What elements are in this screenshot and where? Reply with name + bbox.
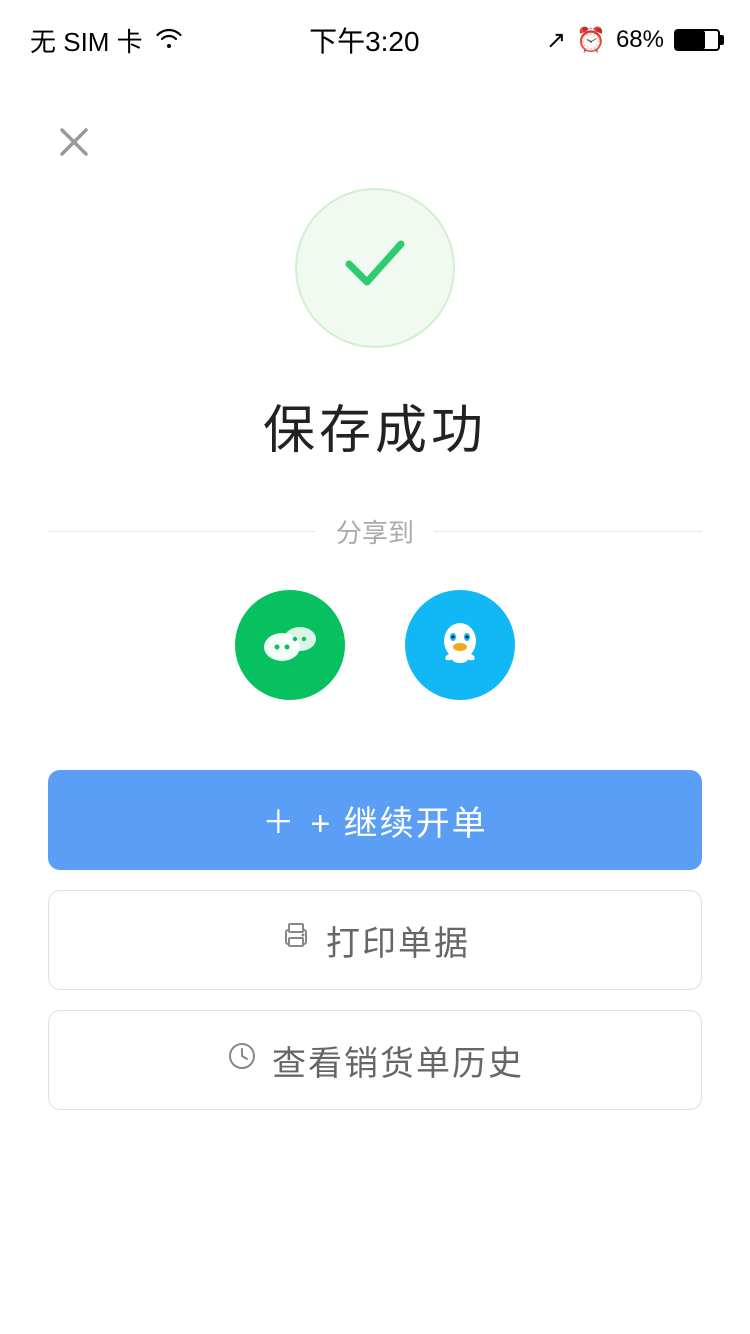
battery-icon xyxy=(674,29,720,51)
share-label: 分享到 xyxy=(336,513,414,550)
divider-left xyxy=(48,531,316,532)
divider-right xyxy=(434,531,702,532)
print-label: 打印单据 xyxy=(326,916,470,965)
status-left: 无 SIM 卡 xyxy=(30,22,183,59)
wechat-share-button[interactable] xyxy=(235,590,345,700)
print-button[interactable]: 打印单据 xyxy=(48,890,702,990)
continue-order-button[interactable]: ＋ + 继续开单 xyxy=(48,770,702,870)
history-button[interactable]: 查看销货单历史 xyxy=(48,1010,702,1110)
status-right: ↗ ⏰ 68% xyxy=(546,26,720,55)
location-icon: ↗ xyxy=(546,26,566,55)
plus-icon: ＋ xyxy=(262,797,296,843)
wifi-icon xyxy=(155,25,183,56)
share-divider: 分享到 xyxy=(48,513,702,550)
no-sim-text: 无 SIM 卡 xyxy=(30,22,143,59)
main-content: 保存成功 分享到 xyxy=(0,80,750,1334)
history-label: 查看销货单历史 xyxy=(272,1036,524,1085)
alarm-icon: ⏰ xyxy=(576,26,606,55)
action-buttons: ＋ + 继续开单 打印单据 查看销货单历史 xyxy=(48,770,702,1110)
print-icon xyxy=(280,920,312,960)
checkmark-icon xyxy=(335,222,415,315)
success-title: 保存成功 xyxy=(263,388,487,463)
battery-percent: 68% xyxy=(616,26,664,54)
close-button[interactable] xyxy=(48,116,100,168)
status-time: 下午3:20 xyxy=(309,20,420,60)
share-icons-row xyxy=(235,590,515,700)
continue-order-label: + 继续开单 xyxy=(310,796,487,845)
status-bar: 无 SIM 卡 下午3:20 ↗ ⏰ 68% xyxy=(0,0,750,80)
success-circle xyxy=(295,188,455,348)
close-button-wrap xyxy=(48,80,702,178)
qq-share-button[interactable] xyxy=(405,590,515,700)
history-icon xyxy=(226,1040,258,1080)
